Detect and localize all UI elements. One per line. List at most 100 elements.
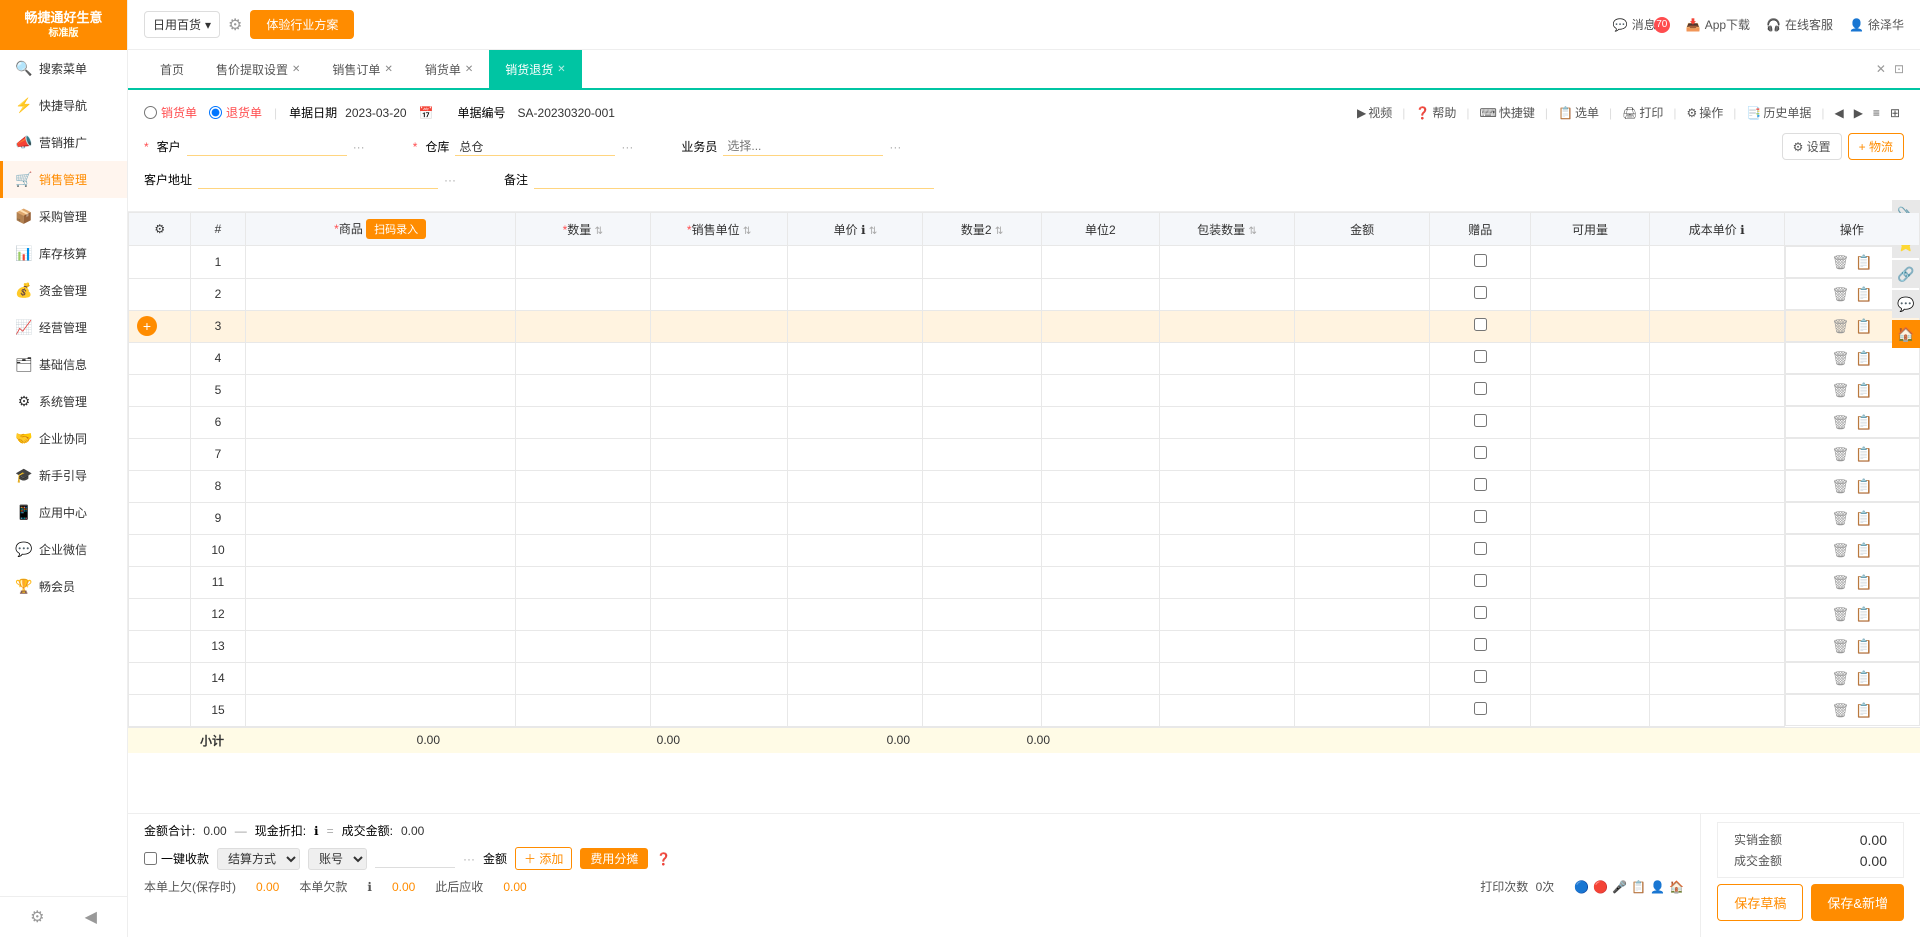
- online-service-link[interactable]: 🎧 在线客服: [1766, 16, 1833, 33]
- row-pkg-qty[interactable]: [1159, 278, 1294, 310]
- delete-row-btn[interactable]: 🗑: [1832, 606, 1850, 623]
- salesperson-input[interactable]: [723, 137, 883, 156]
- row-amount[interactable]: [1295, 342, 1430, 374]
- row-gear[interactable]: [129, 406, 191, 438]
- copy-row-btn[interactable]: 📋: [1855, 350, 1872, 367]
- row-price[interactable]: [788, 534, 923, 566]
- row-qty[interactable]: [515, 534, 650, 566]
- delete-row-btn[interactable]: 🗑: [1832, 350, 1850, 367]
- row-amount[interactable]: [1295, 406, 1430, 438]
- payment-method-select[interactable]: 结算方式: [217, 848, 300, 870]
- add-fee-btn[interactable]: ＋ 添加: [515, 847, 572, 870]
- gift-checkbox[interactable]: [1474, 350, 1487, 363]
- gift-checkbox[interactable]: [1474, 254, 1487, 267]
- row-pkg-qty[interactable]: [1159, 374, 1294, 406]
- row-pkg-qty[interactable]: [1159, 534, 1294, 566]
- row-gear[interactable]: [129, 534, 191, 566]
- row-qty2[interactable]: [923, 438, 1041, 470]
- row-unit[interactable]: [650, 470, 787, 502]
- row-available[interactable]: [1531, 694, 1649, 726]
- row-qty2[interactable]: [923, 406, 1041, 438]
- row-gear[interactable]: [129, 502, 191, 534]
- row-product[interactable]: [245, 374, 515, 406]
- row-gift[interactable]: [1430, 342, 1531, 374]
- message-link[interactable]: 💬 消息 70: [1613, 16, 1670, 33]
- save-draft-btn[interactable]: 保存草稿: [1717, 884, 1803, 921]
- tab-sales-delivery[interactable]: 销货单 ✕: [409, 50, 489, 90]
- row-unit[interactable]: [650, 534, 787, 566]
- gift-checkbox[interactable]: [1474, 414, 1487, 427]
- save-new-btn[interactable]: 保存&新增: [1811, 884, 1904, 921]
- row-unit2[interactable]: [1041, 470, 1159, 502]
- row-unit[interactable]: [650, 566, 787, 598]
- copy-row-btn[interactable]: 📋: [1855, 606, 1872, 623]
- row-pkg-qty[interactable]: [1159, 438, 1294, 470]
- select-link[interactable]: 📋 选单: [1554, 102, 1603, 123]
- row-gear[interactable]: [129, 374, 191, 406]
- row-gear[interactable]: [129, 566, 191, 598]
- grid-view-icon[interactable]: ⊞: [1886, 104, 1904, 122]
- row-price[interactable]: [788, 246, 923, 279]
- row-qty[interactable]: [515, 406, 650, 438]
- row-product[interactable]: [245, 694, 515, 726]
- row-price[interactable]: [788, 342, 923, 374]
- row-unit2[interactable]: [1041, 374, 1159, 406]
- copy-row-btn[interactable]: 📋: [1855, 446, 1872, 463]
- row-amount[interactable]: [1295, 374, 1430, 406]
- row-amount[interactable]: [1295, 246, 1430, 279]
- row-amount[interactable]: [1295, 534, 1430, 566]
- row-gift[interactable]: [1430, 630, 1531, 662]
- delete-row-btn[interactable]: 🗑: [1832, 254, 1850, 271]
- fee-split-btn[interactable]: 费用分摊: [580, 848, 648, 869]
- settings-bottom-icon[interactable]: ⚙: [30, 907, 44, 927]
- row-pkg-qty[interactable]: [1159, 662, 1294, 694]
- row-pkg-qty[interactable]: [1159, 406, 1294, 438]
- sidebar-item-shortcut[interactable]: ⚡ 快捷导航: [0, 87, 127, 124]
- sidebar-item-basic[interactable]: 🗂 基础信息: [0, 346, 127, 383]
- row-product[interactable]: [245, 470, 515, 502]
- rfp-btn-4[interactable]: 💬: [1892, 290, 1920, 318]
- row-price[interactable]: [788, 374, 923, 406]
- row-unit[interactable]: [650, 406, 787, 438]
- sidebar-item-appstore[interactable]: 📱 应用中心: [0, 494, 127, 531]
- warehouse-input[interactable]: [455, 137, 615, 156]
- row-qty[interactable]: [515, 662, 650, 694]
- row-unit[interactable]: [650, 246, 787, 279]
- row-available[interactable]: [1531, 502, 1649, 534]
- row-product[interactable]: [245, 534, 515, 566]
- gift-checkbox[interactable]: [1474, 670, 1487, 683]
- row-product[interactable]: [245, 278, 515, 310]
- row-price[interactable]: [788, 630, 923, 662]
- row-unit[interactable]: [650, 310, 787, 342]
- tab-price-setting-close[interactable]: ✕: [292, 64, 300, 75]
- row-product[interactable]: [245, 598, 515, 630]
- row-product[interactable]: [245, 406, 515, 438]
- tab-sales-delivery-close[interactable]: ✕: [465, 64, 473, 75]
- list-view-icon[interactable]: ≡: [1869, 104, 1884, 122]
- rfp-btn-3[interactable]: 🔗: [1892, 260, 1920, 288]
- customer-input[interactable]: [187, 137, 347, 156]
- row-unit2[interactable]: [1041, 342, 1159, 374]
- delete-row-btn[interactable]: 🗑: [1832, 446, 1850, 463]
- row-qty2[interactable]: [923, 502, 1041, 534]
- row-available[interactable]: [1531, 246, 1649, 279]
- row-price[interactable]: [788, 406, 923, 438]
- radio-return[interactable]: 退货单: [209, 104, 262, 121]
- delete-row-btn[interactable]: 🗑: [1832, 702, 1850, 719]
- row-qty2[interactable]: [923, 246, 1041, 279]
- gift-checkbox[interactable]: [1474, 446, 1487, 459]
- row-qty[interactable]: [515, 566, 650, 598]
- row-price[interactable]: [788, 310, 923, 342]
- row-unit[interactable]: [650, 502, 787, 534]
- copy-row-btn[interactable]: 📋: [1855, 638, 1872, 655]
- row-gear[interactable]: [129, 342, 191, 374]
- video-link[interactable]: ▶ 视频: [1353, 102, 1396, 123]
- gift-checkbox[interactable]: [1474, 606, 1487, 619]
- row-qty[interactable]: [515, 342, 650, 374]
- trial-btn[interactable]: 体验行业方案: [250, 10, 354, 39]
- qty2-sort-icon[interactable]: ⇅: [995, 226, 1003, 237]
- row-available[interactable]: [1531, 374, 1649, 406]
- row-price[interactable]: [788, 278, 923, 310]
- row-gift[interactable]: [1430, 246, 1531, 279]
- radio-sale[interactable]: 销货单: [144, 104, 197, 121]
